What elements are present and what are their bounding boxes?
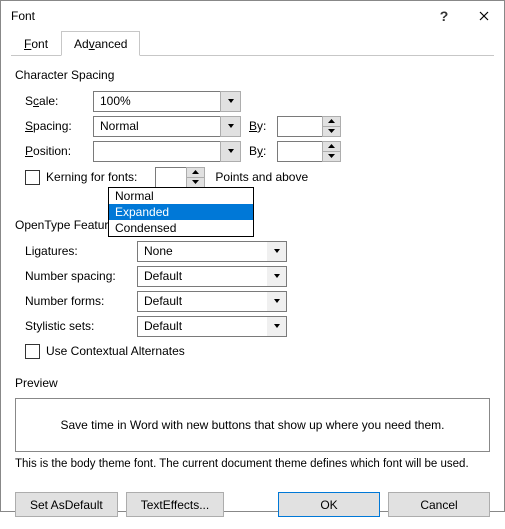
- scale-combo-button[interactable]: [220, 91, 241, 112]
- kerning-checkbox[interactable]: Kerning for fonts:: [25, 170, 137, 185]
- spin-down[interactable]: [187, 178, 204, 187]
- number-spacing-combo-button[interactable]: [267, 267, 286, 286]
- scale-value[interactable]: 100%: [93, 91, 221, 112]
- preview-hint: This is the body theme font. The current…: [15, 458, 490, 470]
- client-area: Character Spacing Scale: 100% Spacing: N…: [1, 56, 504, 482]
- preview-box: Save time in Word with new buttons that …: [15, 398, 490, 452]
- spacing-by-spinner[interactable]: [277, 116, 341, 137]
- chevron-down-icon: [273, 297, 281, 305]
- text-effects-button[interactable]: Text Effects...: [126, 492, 225, 517]
- spin-up[interactable]: [323, 142, 340, 152]
- number-spacing-label: Number spacing:: [25, 269, 137, 283]
- spacing-by-label: By:: [241, 119, 277, 133]
- kerning-spinner[interactable]: [155, 167, 205, 188]
- title-bar: Font ?: [1, 1, 504, 31]
- chevron-down-icon: [273, 322, 281, 330]
- position-combo-button[interactable]: [220, 141, 241, 162]
- ligatures-combo-button[interactable]: [267, 242, 286, 261]
- chevron-down-icon: [273, 272, 281, 280]
- preview-text: Save time in Word with new buttons that …: [22, 418, 483, 432]
- chevron-down-icon: [227, 122, 235, 130]
- spinner-buttons[interactable]: [322, 141, 341, 162]
- number-forms-combo[interactable]: Default: [137, 291, 287, 312]
- kerning-value[interactable]: [155, 167, 187, 188]
- contextual-alternates-checkbox[interactable]: Use Contextual Alternates: [25, 344, 185, 359]
- ligatures-label: Ligatures:: [25, 244, 137, 258]
- position-by-label: By:: [241, 144, 277, 158]
- ligatures-value[interactable]: None: [138, 242, 268, 261]
- spacing-dropdown-list[interactable]: Normal Expanded Condensed: [108, 187, 254, 237]
- set-as-default-button[interactable]: Set As Default: [15, 492, 118, 517]
- position-combo[interactable]: [93, 141, 241, 162]
- stylistic-sets-combo-button[interactable]: [267, 317, 286, 336]
- spacing-option-expanded[interactable]: Expanded: [109, 204, 253, 220]
- position-label: Position:: [25, 144, 93, 158]
- close-icon: [479, 11, 489, 21]
- number-spacing-value[interactable]: Default: [138, 267, 268, 286]
- spin-down[interactable]: [323, 127, 340, 136]
- close-button[interactable]: [464, 1, 504, 31]
- checkbox-box[interactable]: [25, 170, 40, 185]
- points-above-label: Points and above: [215, 170, 308, 184]
- stylistic-sets-value[interactable]: Default: [138, 317, 268, 336]
- spacing-option-condensed[interactable]: Condensed: [109, 220, 253, 236]
- char-spacing-header: Character Spacing: [15, 68, 490, 82]
- checkbox-box[interactable]: [25, 344, 40, 359]
- spin-down[interactable]: [323, 152, 340, 161]
- window-title: Font: [11, 9, 424, 23]
- dialog-button-row: Set As Default Text Effects... OK Cancel: [1, 482, 504, 529]
- spacing-option-normal[interactable]: Normal: [109, 188, 253, 204]
- position-value[interactable]: [93, 141, 221, 162]
- tab-font[interactable]: Font: [11, 31, 61, 56]
- scale-label: Scale:: [25, 94, 93, 108]
- ok-button[interactable]: OK: [278, 492, 380, 517]
- chevron-down-icon: [227, 97, 235, 105]
- spin-up[interactable]: [323, 117, 340, 127]
- spinner-buttons[interactable]: [186, 167, 205, 188]
- position-by-value[interactable]: [277, 141, 323, 162]
- cancel-button[interactable]: Cancel: [388, 492, 490, 517]
- spinner-buttons[interactable]: [322, 116, 341, 137]
- ligatures-combo[interactable]: None: [137, 241, 287, 262]
- contextual-alternates-label: Use Contextual Alternates: [46, 344, 185, 358]
- kerning-label: Kerning for fonts:: [46, 170, 137, 184]
- tab-advanced[interactable]: Advanced: [61, 31, 140, 56]
- preview-header: Preview: [15, 376, 490, 390]
- stylistic-sets-combo[interactable]: Default: [137, 316, 287, 337]
- spacing-combo[interactable]: Normal: [93, 116, 241, 137]
- stylistic-sets-label: Stylistic sets:: [25, 319, 137, 333]
- number-forms-label: Number forms:: [25, 294, 137, 308]
- spacing-by-value[interactable]: [277, 116, 323, 137]
- spacing-value[interactable]: Normal: [93, 116, 221, 137]
- spin-up[interactable]: [187, 168, 204, 178]
- position-by-spinner[interactable]: [277, 141, 341, 162]
- chevron-down-icon: [273, 247, 281, 255]
- font-dialog: Font ? Font Advanced Character Spacing S…: [0, 0, 505, 512]
- number-forms-value[interactable]: Default: [138, 292, 268, 311]
- spacing-combo-button[interactable]: [220, 116, 241, 137]
- number-forms-combo-button[interactable]: [267, 292, 286, 311]
- tab-strip: Font Advanced: [11, 31, 494, 56]
- number-spacing-combo[interactable]: Default: [137, 266, 287, 287]
- scale-combo[interactable]: 100%: [93, 91, 241, 112]
- chevron-down-icon: [227, 147, 235, 155]
- spacing-label: Spacing:: [25, 119, 93, 133]
- help-button[interactable]: ?: [424, 1, 464, 31]
